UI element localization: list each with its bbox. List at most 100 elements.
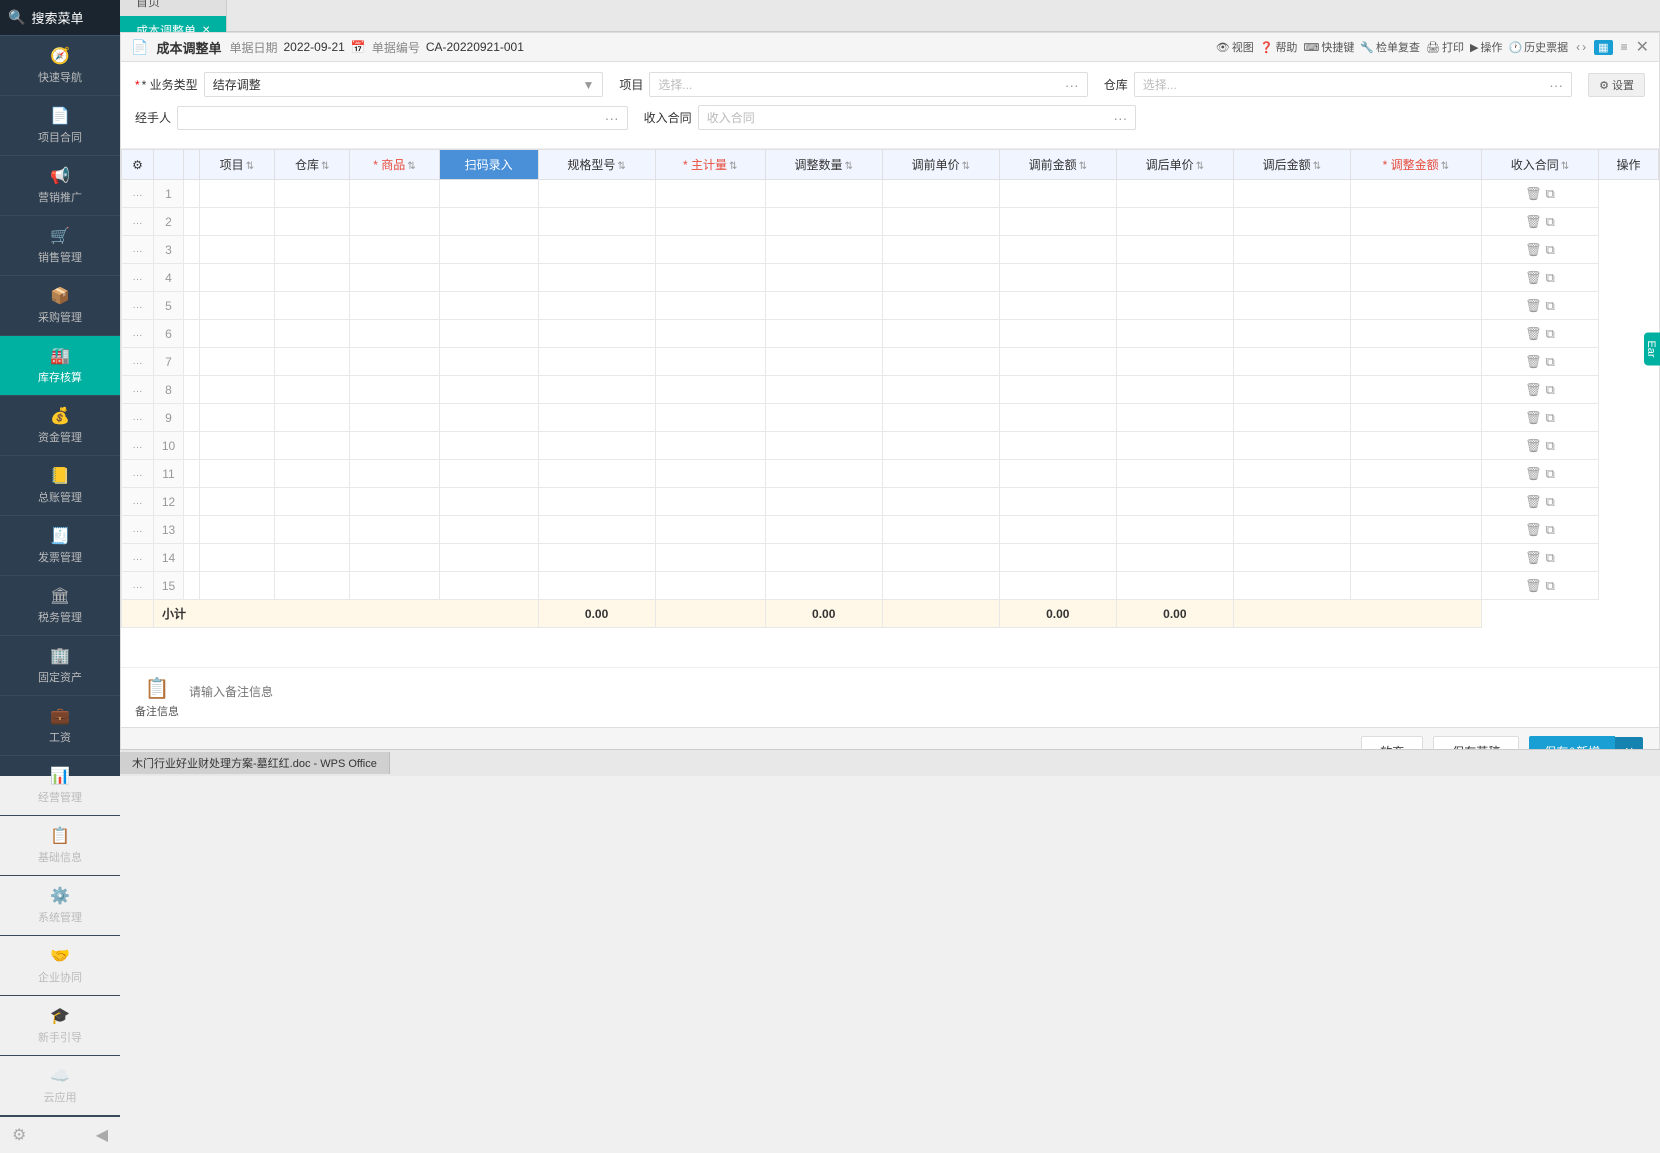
action-view[interactable]: 👁视图	[1216, 39, 1254, 55]
cell-income-contract[interactable]	[1350, 180, 1481, 208]
cell-project[interactable]	[184, 264, 200, 292]
cell-scan-input[interactable]	[350, 460, 439, 488]
cell-adjust-amount[interactable]	[1233, 376, 1350, 404]
cell-unit[interactable]	[538, 236, 655, 264]
cell-spec[interactable]	[439, 516, 538, 544]
cell-product[interactable]	[274, 292, 349, 320]
cell-before-price[interactable]	[765, 544, 882, 572]
cell-row-settings[interactable]: ···	[122, 208, 154, 236]
cell-income-contract[interactable]	[1350, 208, 1481, 236]
cell-adjust-qty[interactable]	[655, 292, 765, 320]
cell-after-price[interactable]	[999, 432, 1116, 460]
cell-warehouse[interactable]	[199, 264, 274, 292]
sidebar-item-enterprise[interactable]: 🤝企业协同	[0, 936, 120, 996]
cell-scan-input[interactable]	[350, 208, 439, 236]
cell-before-amount[interactable]	[882, 236, 999, 264]
col-header-before-price[interactable]: 调前单价⇅	[882, 150, 999, 180]
col-header-after-price[interactable]: 调后单价⇅	[1116, 150, 1233, 180]
settings-icon[interactable]: ⚙	[12, 1125, 26, 1145]
cell-unit[interactable]	[538, 320, 655, 348]
cell-unit[interactable]	[538, 264, 655, 292]
cell-income-contract[interactable]	[1350, 348, 1481, 376]
cell-after-amount[interactable]	[1116, 572, 1233, 600]
cell-project[interactable]	[184, 460, 200, 488]
sidebar-item-newbie[interactable]: 🎓新手引导	[0, 996, 120, 1056]
cell-income-contract[interactable]	[1350, 264, 1481, 292]
sidebar-item-purchase[interactable]: 📦采购管理	[0, 276, 120, 336]
cell-warehouse[interactable]	[199, 208, 274, 236]
cell-adjust-amount[interactable]	[1233, 292, 1350, 320]
cell-before-price[interactable]	[765, 488, 882, 516]
sidebar-item-basic-info[interactable]: 📋基础信息	[0, 816, 120, 876]
cell-project[interactable]	[184, 180, 200, 208]
cell-warehouse[interactable]	[199, 488, 274, 516]
copy-icon[interactable]: ⧉	[1546, 298, 1555, 314]
cell-product[interactable]	[274, 208, 349, 236]
cell-before-price[interactable]	[765, 348, 882, 376]
copy-icon[interactable]: ⧉	[1546, 578, 1555, 594]
cell-warehouse[interactable]	[199, 572, 274, 600]
cell-before-price[interactable]	[765, 460, 882, 488]
cell-after-amount[interactable]	[1116, 488, 1233, 516]
cell-adjust-qty[interactable]	[655, 432, 765, 460]
cell-after-price[interactable]	[999, 320, 1116, 348]
cell-income-contract[interactable]	[1350, 544, 1481, 572]
cell-adjust-amount[interactable]	[1233, 572, 1350, 600]
sidebar-item-project-contract[interactable]: 📄项目合同	[0, 96, 120, 156]
cell-spec[interactable]	[439, 180, 538, 208]
notes-input[interactable]	[189, 676, 1645, 708]
sidebar-item-salary[interactable]: 💼工资	[0, 696, 120, 756]
col-header-before-amount[interactable]: 调前金额⇅	[999, 150, 1116, 180]
cell-spec[interactable]	[439, 460, 538, 488]
cell-product[interactable]	[274, 348, 349, 376]
income-contract-input[interactable]: 收入合同 ···	[698, 105, 1137, 130]
cell-adjust-qty[interactable]	[655, 404, 765, 432]
cell-after-price[interactable]	[999, 348, 1116, 376]
cell-before-price[interactable]	[765, 208, 882, 236]
cell-product[interactable]	[274, 320, 349, 348]
delete-icon[interactable]: 🗑	[1525, 214, 1542, 230]
cell-product[interactable]	[274, 488, 349, 516]
cell-before-price[interactable]	[765, 264, 882, 292]
delete-icon[interactable]: 🗑	[1525, 186, 1542, 202]
delete-icon[interactable]: 🗑	[1525, 354, 1542, 370]
cell-scan-input[interactable]	[350, 544, 439, 572]
cell-product[interactable]	[274, 236, 349, 264]
cell-product[interactable]	[274, 572, 349, 600]
income-contract-more-icon[interactable]: ···	[1113, 110, 1127, 126]
copy-icon[interactable]: ⧉	[1546, 186, 1555, 202]
cell-row-settings[interactable]: ···	[122, 572, 154, 600]
cell-before-amount[interactable]	[882, 292, 999, 320]
action-operate[interactable]: ▶操作	[1470, 39, 1502, 55]
delete-icon[interactable]: 🗑	[1525, 410, 1542, 426]
cell-row-settings[interactable]: ···	[122, 236, 154, 264]
cell-project[interactable]	[184, 236, 200, 264]
action-history[interactable]: 🕐历史票据	[1508, 39, 1568, 55]
cell-adjust-amount[interactable]	[1233, 432, 1350, 460]
cell-scan-input[interactable]	[350, 236, 439, 264]
copy-icon[interactable]: ⧉	[1546, 522, 1555, 538]
cell-before-amount[interactable]	[882, 544, 999, 572]
copy-icon[interactable]: ⧉	[1546, 354, 1555, 370]
sidebar-item-tax[interactable]: 🏛税务管理	[0, 576, 120, 636]
cell-spec[interactable]	[439, 236, 538, 264]
cell-before-amount[interactable]	[882, 488, 999, 516]
cell-project[interactable]	[184, 348, 200, 376]
cell-after-price[interactable]	[999, 404, 1116, 432]
cell-adjust-amount[interactable]	[1233, 236, 1350, 264]
cell-warehouse[interactable]	[199, 348, 274, 376]
sidebar-item-invoice[interactable]: 🧾发票管理	[0, 516, 120, 576]
cell-unit[interactable]	[538, 348, 655, 376]
cell-after-amount[interactable]	[1116, 376, 1233, 404]
col-header-after-amount[interactable]: 调后金额⇅	[1233, 150, 1350, 180]
cell-warehouse[interactable]	[199, 544, 274, 572]
cell-warehouse[interactable]	[199, 516, 274, 544]
cell-adjust-qty[interactable]	[655, 180, 765, 208]
business-type-select[interactable]: 结存调整 ▼	[204, 72, 604, 97]
cell-income-contract[interactable]	[1350, 460, 1481, 488]
right-panel[interactable]: Ear	[1644, 333, 1660, 366]
cell-after-amount[interactable]	[1116, 460, 1233, 488]
col-header-unit[interactable]: * 主计量⇅	[655, 150, 765, 180]
cell-warehouse[interactable]	[199, 432, 274, 460]
cell-warehouse[interactable]	[199, 236, 274, 264]
